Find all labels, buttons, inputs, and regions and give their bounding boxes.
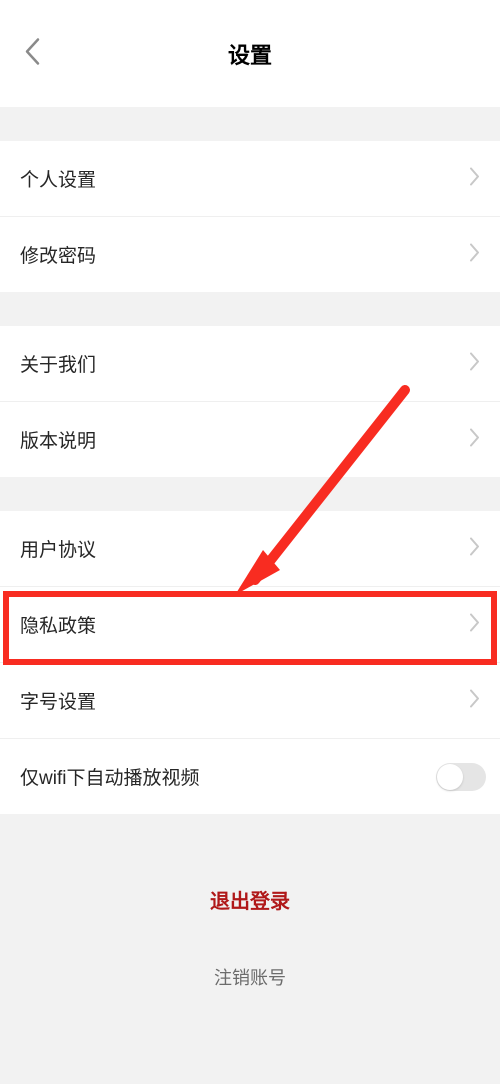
row-version-info[interactable]: 版本说明 — [0, 402, 500, 477]
row-change-password[interactable]: 修改密码 — [0, 217, 500, 292]
row-label: 修改密码 — [20, 241, 96, 268]
chevron-right-icon — [470, 613, 480, 636]
row-font-size-settings[interactable]: 字号设置 — [0, 663, 500, 738]
row-label: 字号设置 — [20, 687, 96, 714]
chevron-right-icon — [470, 167, 480, 190]
row-label: 关于我们 — [20, 350, 96, 377]
delete-account-label: 注销账号 — [214, 964, 286, 990]
chevron-right-icon — [470, 352, 480, 375]
chevron-right-icon — [470, 428, 480, 451]
row-about-us[interactable]: 关于我们 — [0, 326, 500, 401]
delete-account-button[interactable]: 注销账号 — [0, 938, 500, 1016]
section-gap — [0, 814, 500, 860]
row-user-agreement[interactable]: 用户协议 — [0, 511, 500, 586]
section-gap — [0, 107, 500, 141]
row-wifi-autoplay: 仅wifi下自动播放视频 — [0, 739, 500, 814]
header-bar: 设置 — [0, 0, 500, 107]
page-title: 设置 — [20, 38, 480, 70]
chevron-right-icon — [470, 243, 480, 266]
section-gap — [0, 292, 500, 326]
row-label: 仅wifi下自动播放视频 — [20, 763, 199, 790]
row-label: 版本说明 — [20, 426, 96, 453]
row-label: 用户协议 — [20, 535, 96, 562]
row-privacy-policy[interactable]: 隐私政策 — [0, 587, 500, 662]
chevron-right-icon — [470, 689, 480, 712]
back-icon[interactable] — [24, 37, 40, 70]
bottom-section: 退出登录 注销账号 — [0, 814, 500, 1016]
logout-label: 退出登录 — [210, 885, 290, 914]
section-gap — [0, 477, 500, 511]
row-personal-settings[interactable]: 个人设置 — [0, 141, 500, 216]
toggle-switch-off[interactable] — [436, 763, 486, 791]
row-label: 隐私政策 — [20, 611, 96, 638]
row-label: 个人设置 — [20, 165, 96, 192]
logout-button[interactable]: 退出登录 — [0, 860, 500, 938]
chevron-right-icon — [470, 537, 480, 560]
